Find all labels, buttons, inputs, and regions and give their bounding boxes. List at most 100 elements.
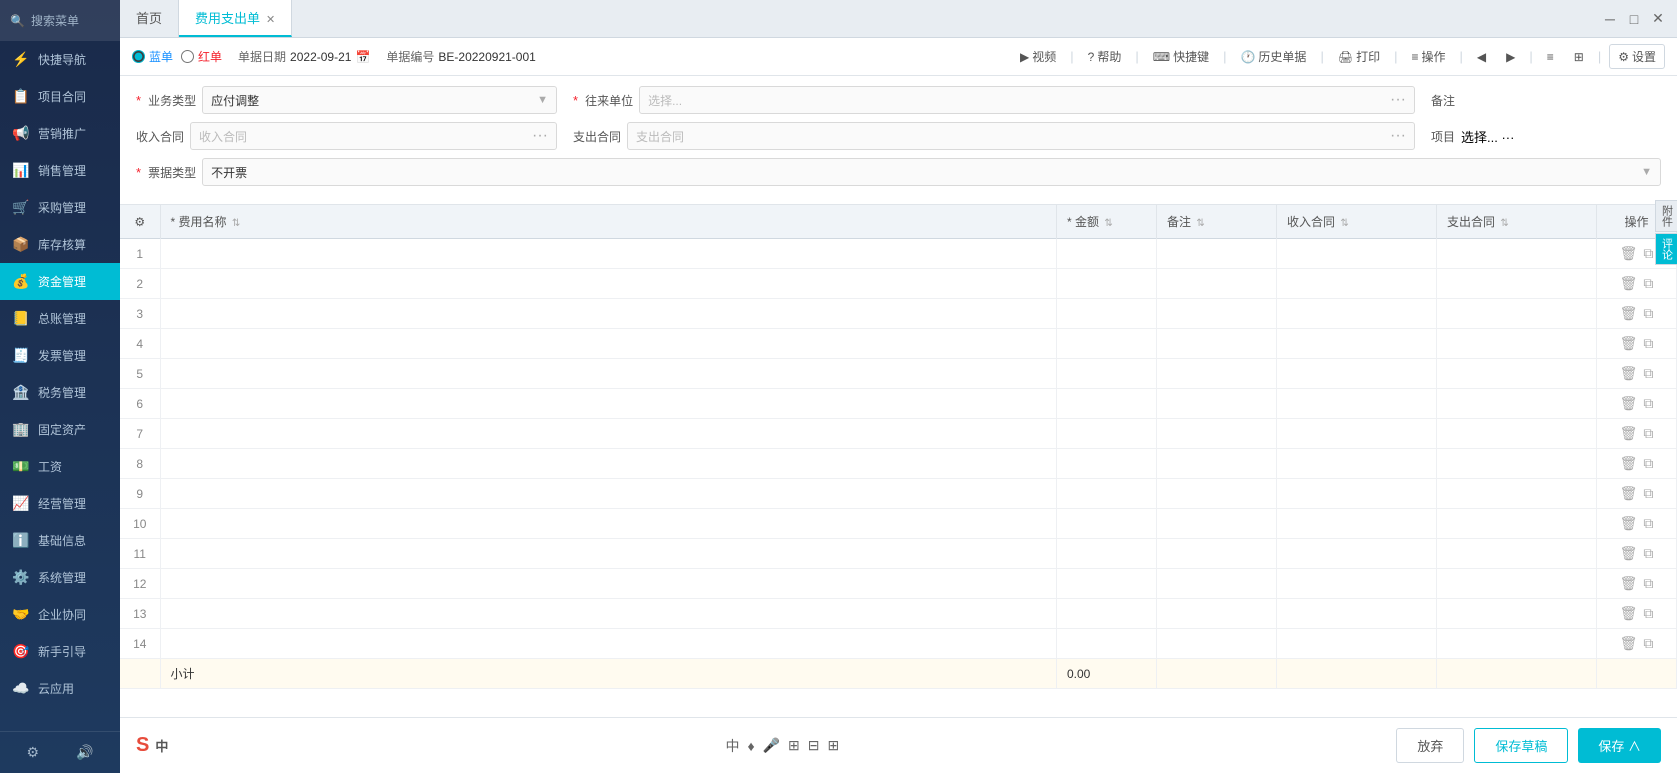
sidebar-item-tax[interactable]: 🏦税务管理 — [0, 374, 120, 411]
copy-icon[interactable]: ⧉ — [1643, 365, 1653, 382]
income-contract-header[interactable]: 收入合同 ⇅ — [1277, 205, 1437, 239]
expense-contract-cell[interactable] — [1437, 359, 1597, 389]
expense-contract-cell[interactable] — [1437, 509, 1597, 539]
minimize-button[interactable]: ─ — [1599, 8, 1621, 30]
income-contract-cell[interactable] — [1277, 539, 1437, 569]
tool-text-icon[interactable]: 中 — [725, 736, 739, 756]
copy-icon[interactable]: ⧉ — [1643, 635, 1653, 652]
income-contract-cell[interactable] — [1277, 629, 1437, 659]
red-doc-radio[interactable]: 红单 — [181, 48, 222, 65]
amount-cell[interactable] — [1057, 629, 1157, 659]
note-cell[interactable] — [1157, 269, 1277, 299]
expense-name-cell[interactable] — [160, 629, 1057, 659]
amount-cell[interactable] — [1057, 269, 1157, 299]
copy-icon[interactable]: ⧉ — [1643, 395, 1653, 412]
save-button[interactable]: 保存 ∧ — [1578, 728, 1661, 763]
note-cell[interactable] — [1157, 419, 1277, 449]
copy-icon[interactable]: ⧉ — [1643, 275, 1653, 292]
delete-icon[interactable]: 🗑 — [1620, 605, 1638, 622]
copy-icon[interactable]: ⧉ — [1643, 515, 1653, 532]
tab-expense[interactable]: 费用支出单✕ — [179, 0, 292, 37]
delete-icon[interactable]: 🗑 — [1620, 545, 1638, 562]
invoice-type-input[interactable]: 不开票 ▼ — [202, 158, 1661, 186]
amount-cell[interactable] — [1057, 599, 1157, 629]
amount-cell[interactable] — [1057, 239, 1157, 269]
amount-cell[interactable] — [1057, 509, 1157, 539]
expense-name-header[interactable]: * 费用名称 ⇅ — [160, 205, 1057, 239]
sidebar-item-enterprise[interactable]: 🤝企业协同 — [0, 596, 120, 633]
delete-icon[interactable]: 🗑 — [1620, 455, 1638, 472]
delete-icon[interactable]: 🗑 — [1620, 365, 1638, 382]
delete-icon[interactable]: 🗑 — [1620, 485, 1638, 502]
note-cell[interactable] — [1157, 299, 1277, 329]
delete-icon[interactable]: 🗑 — [1620, 305, 1638, 322]
amount-header[interactable]: * 金额 ⇅ — [1057, 205, 1157, 239]
expense-contract-cell[interactable] — [1437, 569, 1597, 599]
sidebar-item-operations[interactable]: 📈经营管理 — [0, 485, 120, 522]
sidebar-item-project-contract[interactable]: 📋项目合同 — [0, 78, 120, 115]
operate-button[interactable]: ≡ 操作 — [1405, 45, 1451, 68]
close-button[interactable]: ✕ — [1647, 8, 1669, 30]
audio-icon[interactable]: 🔊 — [72, 740, 97, 765]
sidebar-item-quick-nav[interactable]: ⚡快捷导航 — [0, 41, 120, 78]
discard-button[interactable]: 放弃 — [1396, 728, 1464, 763]
expense-contract-cell[interactable] — [1437, 539, 1597, 569]
gear-column-header[interactable]: ⚙ — [120, 205, 160, 239]
sidebar-search[interactable]: 🔍 搜索菜单 — [0, 0, 120, 41]
note-cell[interactable] — [1157, 569, 1277, 599]
income-contract-cell[interactable] — [1277, 359, 1437, 389]
sidebar-item-newbie[interactable]: 🎯新手引导 — [0, 633, 120, 670]
delete-icon[interactable]: 🗑 — [1620, 275, 1638, 292]
tool-diamond-icon[interactable]: ♦ — [747, 738, 754, 754]
expense-contract-cell[interactable] — [1437, 449, 1597, 479]
delete-icon[interactable]: 🗑 — [1620, 335, 1638, 352]
expense-name-cell[interactable] — [160, 569, 1057, 599]
delete-icon[interactable]: 🗑 — [1620, 425, 1638, 442]
income-contract-cell[interactable] — [1277, 599, 1437, 629]
sidebar-item-inventory[interactable]: 📦库存核算 — [0, 226, 120, 263]
comment-panel-button[interactable]: 评论 — [1655, 233, 1677, 265]
amount-cell[interactable] — [1057, 569, 1157, 599]
expense-contract-header[interactable]: 支出合同 ⇅ — [1437, 205, 1597, 239]
list-view-button[interactable]: ≡ — [1541, 47, 1560, 67]
sidebar-item-assets[interactable]: 🏢固定资产 — [0, 411, 120, 448]
shortcuts-button[interactable]: ⌨ 快捷键 — [1147, 45, 1215, 68]
copy-icon[interactable]: ⧉ — [1643, 575, 1653, 592]
copy-icon[interactable]: ⧉ — [1643, 485, 1653, 502]
partner-input[interactable]: 选择... ··· — [639, 86, 1415, 114]
amount-cell[interactable] — [1057, 479, 1157, 509]
attachment-panel-button[interactable]: 附件 — [1655, 200, 1677, 232]
amount-cell[interactable] — [1057, 539, 1157, 569]
setting-button[interactable]: ⚙ 设置 — [1609, 44, 1665, 69]
note-cell[interactable] — [1157, 449, 1277, 479]
expense-contract-cell[interactable] — [1437, 329, 1597, 359]
tool-mic-icon[interactable]: 🎤 — [763, 737, 780, 754]
delete-icon[interactable]: 🗑 — [1620, 635, 1638, 652]
expense-name-cell[interactable] — [160, 329, 1057, 359]
sidebar-item-system[interactable]: ⚙️系统管理 — [0, 559, 120, 596]
expense-name-cell[interactable] — [160, 599, 1057, 629]
save-draft-button[interactable]: 保存草稿 — [1474, 728, 1568, 763]
income-contract-cell[interactable] — [1277, 569, 1437, 599]
amount-cell[interactable] — [1057, 419, 1157, 449]
expense-contract-cell[interactable] — [1437, 599, 1597, 629]
income-contract-input[interactable]: 收入合同 ··· — [190, 122, 557, 150]
copy-icon[interactable]: ⧉ — [1643, 305, 1653, 322]
tool-grid1-icon[interactable]: ⊞ — [788, 737, 800, 754]
tool-grid2-icon[interactable]: ⊟ — [808, 737, 820, 754]
calendar-icon[interactable]: 📅 — [355, 50, 370, 64]
expense-name-cell[interactable] — [160, 419, 1057, 449]
sidebar-item-payroll[interactable]: 💵工资 — [0, 448, 120, 485]
expense-name-cell[interactable] — [160, 359, 1057, 389]
expense-name-cell[interactable] — [160, 509, 1057, 539]
sidebar-item-invoice[interactable]: 🧾发票管理 — [0, 337, 120, 374]
sidebar-item-capital[interactable]: 💰资金管理 — [0, 263, 120, 300]
expense-contract-cell[interactable] — [1437, 269, 1597, 299]
expense-contract-input[interactable]: 支出合同 ··· — [627, 122, 1415, 150]
tab-home[interactable]: 首页 — [120, 0, 179, 37]
business-type-input[interactable]: 应付调整 ▼ — [202, 86, 557, 114]
copy-icon[interactable]: ⧉ — [1643, 425, 1653, 442]
sidebar-item-basic-info[interactable]: ℹ️基础信息 — [0, 522, 120, 559]
sidebar-item-sales[interactable]: 📊销售管理 — [0, 152, 120, 189]
expense-name-cell[interactable] — [160, 449, 1057, 479]
